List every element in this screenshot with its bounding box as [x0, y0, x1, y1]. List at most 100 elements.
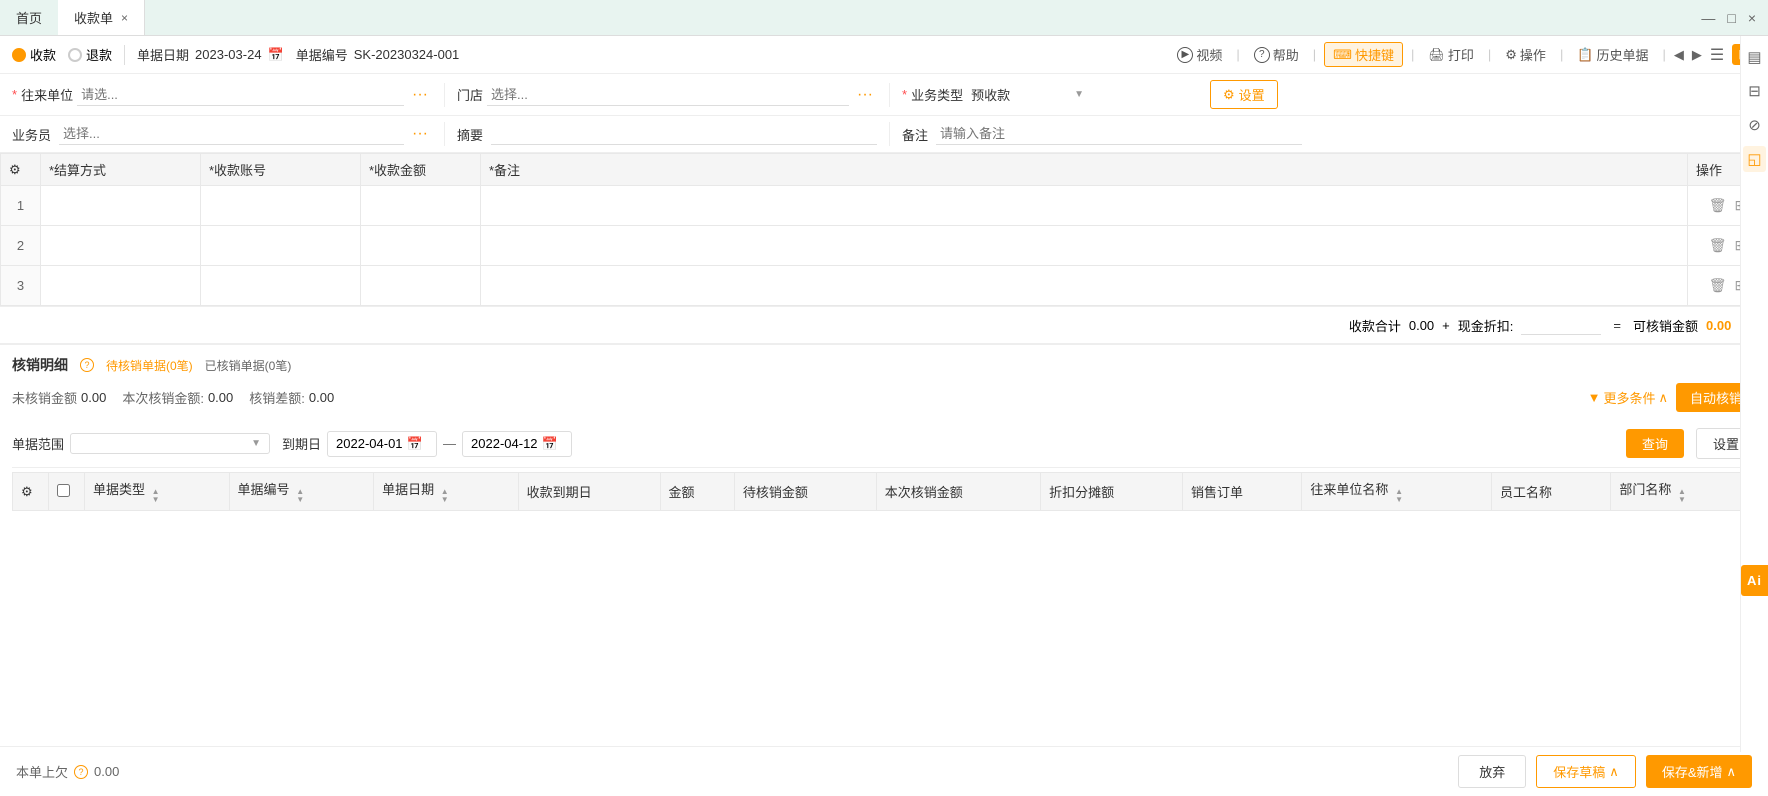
row-3-remark[interactable] [481, 266, 1688, 306]
row-1-remark[interactable] [481, 186, 1688, 226]
business-type-chevron[interactable]: ▼ [1074, 89, 1084, 100]
form-row-2: 业务员 ··· 摘要 备注 [0, 116, 1768, 153]
date-to-calendar-icon[interactable]: 📅 [542, 436, 558, 452]
number-value: SK-20230324-001 [354, 47, 460, 62]
history-btn[interactable]: 📋 历史单据 [1571, 43, 1654, 66]
more-conditions-btn[interactable]: ▼ 更多条件 ∧ [1588, 388, 1668, 407]
abandon-btn[interactable]: 放弃 [1458, 755, 1526, 788]
current-label: 本次核销金额: [122, 388, 204, 407]
query-btn[interactable]: 查询 [1626, 429, 1684, 458]
calendar-icon[interactable]: 📅 [268, 47, 284, 63]
nav-right-icon[interactable]: ▶ [1692, 47, 1702, 63]
settings-container: ⚙ 设置 [1210, 80, 1278, 109]
right-panel-icon-1[interactable]: ▤ [1743, 44, 1765, 70]
settings-btn[interactable]: ⚙ 设置 [1210, 80, 1278, 109]
row-1-settlement[interactable] [41, 186, 201, 226]
operation-btn[interactable]: ⚙ 操作 [1499, 43, 1552, 66]
row-1-amount[interactable] [361, 186, 481, 226]
row-2-remark[interactable] [481, 226, 1688, 266]
row-3-num: 3 [1, 266, 41, 306]
range-select[interactable]: ▼ [70, 433, 270, 454]
bottom-col-checkbox[interactable] [49, 473, 85, 511]
draft-btn-label: 保存草稿 [1553, 762, 1605, 781]
date-from-input[interactable]: 2022-04-01 📅 [327, 431, 437, 457]
help-icon: ? [1254, 47, 1270, 63]
verified-label: 可核销金额 [1633, 316, 1698, 335]
tab-receipt[interactable]: 收款单 × [58, 0, 145, 35]
chevron-up-icon: ∧ [1658, 390, 1668, 406]
save-chevron-icon[interactable]: ∧ [1726, 764, 1736, 780]
remark-input[interactable] [936, 123, 1302, 145]
remark-field-2: 备注 [902, 123, 1302, 145]
date-from-calendar-icon[interactable]: 📅 [407, 436, 423, 452]
print-btn[interactable]: 🖨 打印 [1422, 43, 1480, 66]
counterparty-input[interactable] [77, 84, 404, 106]
hexiao-info-icon[interactable]: ? [80, 358, 94, 372]
tab-close-icon[interactable]: × [121, 11, 128, 25]
footer-info-icon[interactable]: ? [74, 765, 88, 779]
number-label: 单据编号 [296, 45, 348, 64]
sort-date-icon[interactable]: ▲▼ [441, 488, 449, 504]
tab-bar: 首页 收款单 × — □ × [0, 0, 1768, 36]
radio-receipt[interactable]: 收款 [12, 45, 56, 64]
store-more-btn[interactable]: ··· [853, 87, 877, 103]
salesperson-input[interactable] [59, 123, 404, 145]
maximize-icon[interactable]: □ [1723, 8, 1739, 28]
sort-number-icon[interactable]: ▲▼ [296, 488, 304, 504]
minimize-icon[interactable]: — [1697, 8, 1719, 28]
row-3-amount[interactable] [361, 266, 481, 306]
tab-home-label: 首页 [16, 8, 42, 27]
row-3-settlement[interactable] [41, 266, 201, 306]
hexiao-tab-pending[interactable]: 待核销单据(0笔) [106, 357, 193, 374]
form-row-1: * 往来单位 ··· 门店 ··· * 业务类型 预收款 ▼ ⚙ 设置 [0, 74, 1768, 116]
salesperson-more-btn[interactable]: ··· [408, 126, 432, 142]
row-1-num: 1 [1, 186, 41, 226]
range-chevron-icon: ▼ [251, 438, 261, 449]
sort-counterparty-icon[interactable]: ▲▼ [1395, 488, 1403, 504]
number-field: 单据编号 SK-20230324-001 [296, 45, 460, 64]
settings-gear-icon[interactable]: ⚙ [9, 162, 21, 177]
draft-chevron-icon[interactable]: ∧ [1609, 764, 1619, 780]
tab-home[interactable]: 首页 [0, 0, 58, 35]
close-window-icon[interactable]: × [1744, 8, 1760, 28]
hexiao-title: 核销明细 ? 待核销单据(0笔) 已核销单据(0笔) [12, 355, 1756, 375]
help-btn[interactable]: ? 帮助 [1248, 43, 1305, 66]
current-hexiao-amount: 本次核销金额: 0.00 [122, 388, 233, 407]
row-2-settlement[interactable] [41, 226, 201, 266]
draft-btn[interactable]: 保存草稿 ∧ [1536, 755, 1636, 788]
hexiao-tab-done[interactable]: 已核销单据(0笔) [205, 357, 292, 374]
radio-refund[interactable]: 退款 [68, 45, 112, 64]
discount-input[interactable] [1521, 315, 1601, 335]
this-slip-label: 本单上欠 [16, 762, 68, 781]
video-btn[interactable]: ▶ 视频 [1171, 43, 1228, 66]
business-type-field: * 业务类型 预收款 ▼ [902, 85, 1202, 104]
row-1-account[interactable] [201, 186, 361, 226]
counterparty-more-btn[interactable]: ··· [408, 87, 432, 103]
row-2-account[interactable] [201, 226, 361, 266]
row-3-account[interactable] [201, 266, 361, 306]
row-2-delete-icon[interactable]: 🗑 [1709, 237, 1727, 254]
row-1-delete-icon[interactable]: 🗑 [1709, 197, 1727, 214]
ai-badge[interactable]: Ai [1741, 565, 1768, 596]
shortcuts-btn[interactable]: ⌨ 快捷键 [1324, 42, 1403, 67]
date-to-input[interactable]: 2022-04-12 📅 [462, 431, 572, 457]
select-all-checkbox[interactable] [57, 484, 70, 497]
right-panel-icon-3[interactable]: ⊘ [1744, 112, 1765, 138]
right-panel-icon-4[interactable]: ◱ [1743, 146, 1765, 172]
store-input[interactable] [487, 84, 849, 106]
row-3-delete-icon[interactable]: 🗑 [1709, 277, 1727, 294]
filter-row: 单据范围 ▼ 到期日 2022-04-01 📅 — 2022-04-12 📅 查 [12, 420, 1756, 468]
summary-input[interactable] [491, 123, 877, 145]
col-settings-header[interactable]: ⚙ [1, 154, 41, 186]
nav-left-icon[interactable]: ◀ [1674, 47, 1684, 63]
radio-refund-dot [68, 48, 82, 62]
footer-left: 本单上欠 ? 0.00 [16, 762, 119, 781]
right-panel-icon-2[interactable]: ⊟ [1744, 78, 1765, 104]
list-view-icon[interactable]: ☰ [1710, 45, 1724, 65]
bottom-gear-icon[interactable]: ⚙ [21, 484, 33, 499]
sort-dept-icon[interactable]: ▲▼ [1678, 488, 1686, 504]
sort-type-icon[interactable]: ▲▼ [152, 488, 160, 504]
date-from-value: 2022-04-01 [336, 436, 403, 451]
row-2-amount[interactable] [361, 226, 481, 266]
save-btn[interactable]: 保存&新增 ∧ [1646, 755, 1752, 788]
